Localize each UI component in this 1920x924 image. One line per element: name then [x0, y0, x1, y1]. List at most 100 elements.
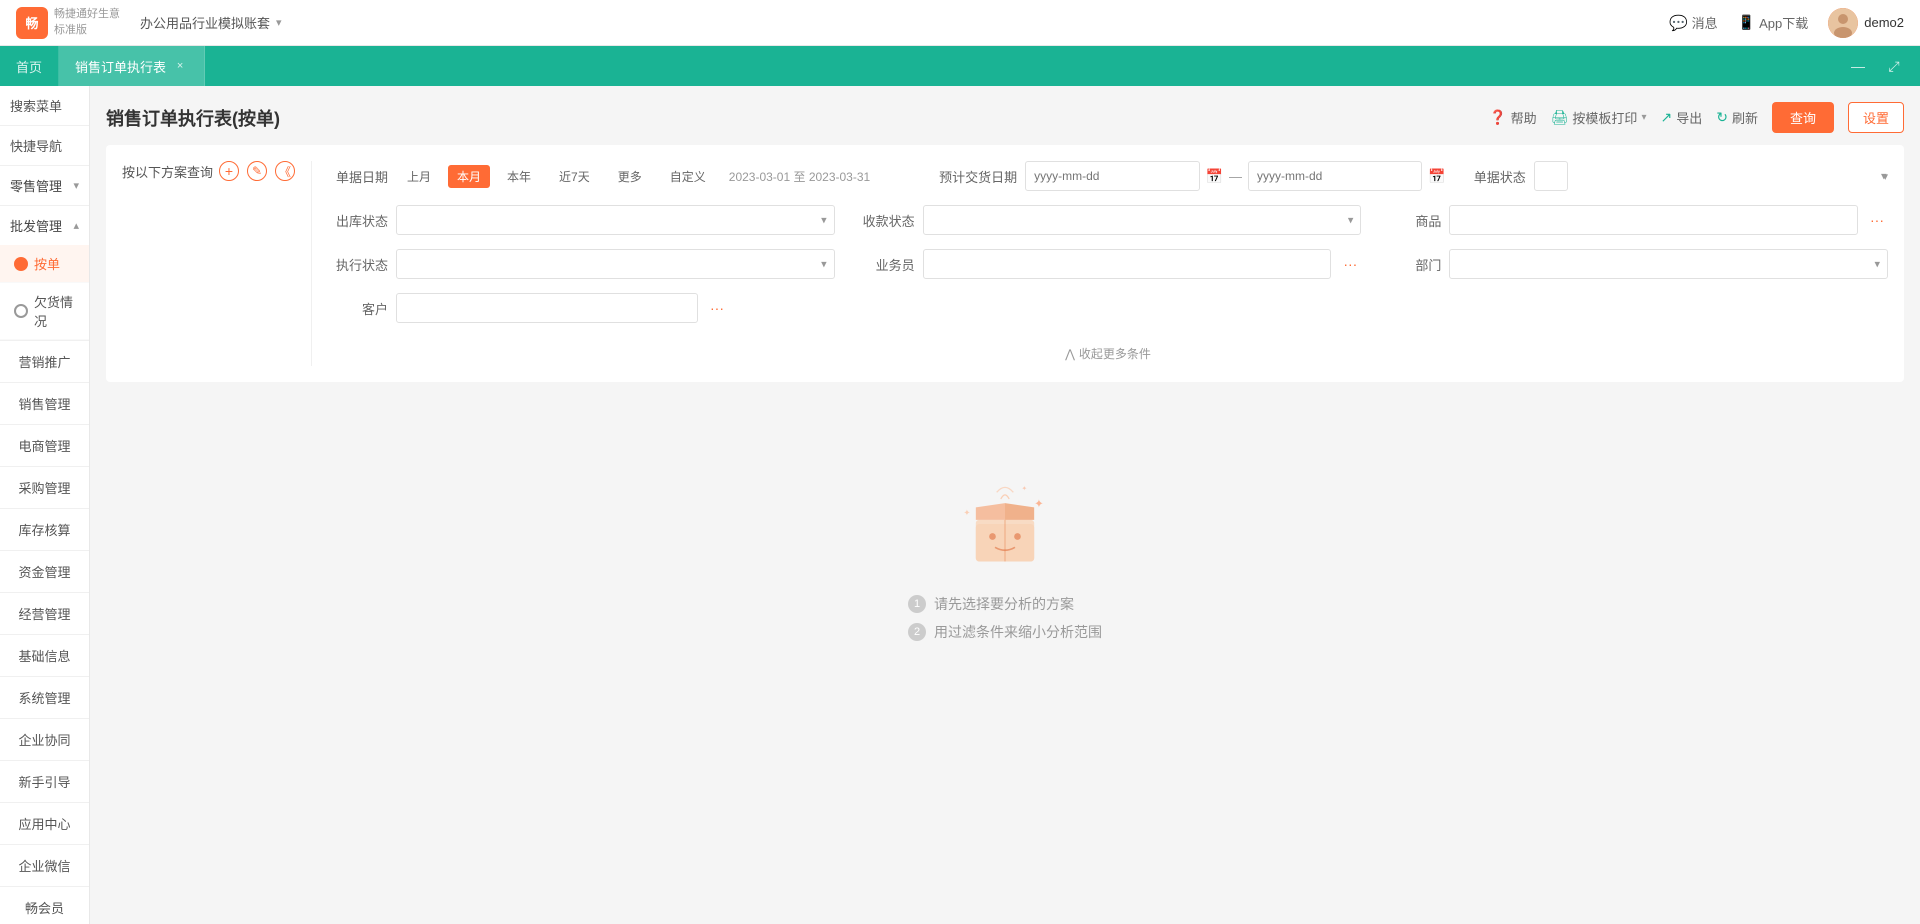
sidebar-wholesale-label: 批发管理	[10, 216, 62, 235]
empty-step-1: 1 请先选择要分析的方案	[908, 594, 1102, 614]
product-more-icon[interactable]: ···	[1866, 212, 1888, 228]
sidebar-sub-order[interactable]: 按单	[0, 245, 89, 283]
tab-minimize-btn[interactable]: —	[1844, 52, 1872, 80]
payment-select-wrapper	[923, 205, 1362, 235]
sidebar-quick-nav[interactable]: 快捷导航	[0, 126, 89, 166]
active-dot-icon	[14, 257, 28, 271]
customer-input[interactable]	[396, 293, 698, 323]
sidebar-item-finance[interactable]: 资金管理	[0, 551, 89, 593]
tab-7days[interactable]: 近7天	[548, 164, 601, 189]
sidebar-search-menu[interactable]: 搜索菜单	[0, 86, 89, 126]
export-label: 导出	[1676, 108, 1702, 127]
sidebar-item-member[interactable]: 畅会员	[0, 887, 89, 924]
salesperson-input[interactable]	[923, 249, 1332, 279]
date-separator: —	[1229, 169, 1242, 184]
exec-status-label: 执行状态	[328, 255, 388, 274]
svg-text:✦: ✦	[1034, 497, 1044, 510]
sidebar-item-marketing[interactable]: 营销推广	[0, 341, 89, 383]
expected-date-from-input[interactable]	[1025, 161, 1199, 191]
filter-row-3: 执行状态 业务员 ··· 部门	[328, 249, 1888, 279]
tab-home-label: 首页	[16, 57, 42, 76]
sidebar-item-retail[interactable]: 零售管理 ▾	[0, 166, 89, 205]
outbound-label: 出库状态	[328, 211, 388, 230]
exec-status-select[interactable]	[396, 249, 835, 279]
refresh-label: 刷新	[1732, 108, 1758, 127]
tab-maximize-btn[interactable]: ⤢	[1880, 52, 1908, 80]
scheme-panel-title: 按以下方案查询 + ✎ 《	[122, 161, 295, 181]
product-label: 商品	[1381, 211, 1441, 230]
message-action[interactable]: 💬 消息	[1669, 13, 1718, 32]
svg-text:✦: ✦	[1022, 485, 1028, 493]
user-area[interactable]: demo2	[1828, 8, 1904, 38]
sidebar-sub-debt[interactable]: 欠货情况	[0, 283, 89, 340]
topbar-right: 💬 消息 📱 App下载 demo2	[1669, 8, 1904, 38]
tab-close-icon[interactable]: ×	[172, 58, 188, 74]
help-icon: ❓	[1489, 109, 1506, 126]
refresh-icon: ↻	[1716, 109, 1728, 126]
page-header: 销售订单执行表(按单) ❓ 帮助 🖨 按模板打印 ▾ ↗ 导出 ↻ 刷新	[106, 102, 1904, 133]
date-calendar-icon[interactable]: 📅	[1206, 168, 1223, 185]
refresh-btn[interactable]: ↻ 刷新	[1716, 108, 1758, 127]
filter-row-1: 单据日期 上月 本月 本年 近7天 更多 自定义 2023-03-01 至 20…	[328, 161, 1888, 191]
expected-date-filter: 预计交货日期 📅 — 📅	[939, 161, 1446, 191]
salesperson-more-icon[interactable]: ···	[1339, 256, 1361, 272]
collapse-scheme-btn[interactable]: 《	[275, 161, 295, 181]
dept-select-wrapper	[1449, 249, 1888, 279]
template-print-btn[interactable]: 🖨 按模板打印 ▾	[1551, 108, 1647, 127]
export-btn[interactable]: ↗ 导出	[1660, 108, 1702, 127]
search-btn[interactable]: 查询	[1772, 102, 1834, 133]
dept-select[interactable]	[1449, 249, 1888, 279]
outbound-select-wrapper	[396, 205, 835, 235]
sidebar-item-corp[interactable]: 企业协同	[0, 719, 89, 761]
sidebar-item-basic[interactable]: 基础信息	[0, 635, 89, 677]
sidebar-item-sales[interactable]: 销售管理	[0, 383, 89, 425]
exec-status-filter: 执行状态	[328, 249, 835, 279]
breadcrumb-area[interactable]: 办公用品行业模拟账套 ▾	[140, 13, 282, 32]
salesperson-label: 业务员	[855, 255, 915, 274]
sidebar-item-ecommerce[interactable]: 电商管理	[0, 425, 89, 467]
avatar	[1828, 8, 1858, 38]
tab-sales-order[interactable]: 销售订单执行表 ×	[59, 46, 205, 86]
sidebar-order-label: 按单	[34, 254, 60, 273]
add-scheme-btn[interactable]: +	[219, 161, 239, 181]
payment-label: 收款状态	[855, 211, 915, 230]
product-input[interactable]	[1449, 205, 1858, 235]
sidebar-item-operation[interactable]: 经营管理	[0, 593, 89, 635]
doc-status-select-wrapper	[1534, 161, 1895, 191]
tab-last-month[interactable]: 上月	[396, 164, 442, 189]
payment-select[interactable]	[923, 205, 1362, 235]
app-download-action[interactable]: 📱 App下载	[1738, 13, 1809, 32]
empty-step-2: 2 用过滤条件来缩小分析范围	[908, 622, 1102, 642]
sidebar-item-system[interactable]: 系统管理	[0, 677, 89, 719]
sidebar-item-newbie[interactable]: 新手引导	[0, 761, 89, 803]
settings-btn[interactable]: 设置	[1848, 102, 1904, 133]
collapse-btn[interactable]: ⋀ 收起更多条件	[328, 337, 1888, 366]
scheme-actions: + ✎ 《	[219, 161, 295, 181]
tab-this-year[interactable]: 本年	[496, 164, 542, 189]
sidebar-item-wholesale[interactable]: 批发管理 ▴	[0, 206, 89, 245]
date-calendar2-icon[interactable]: 📅	[1428, 168, 1445, 185]
product-filter: 商品 ···	[1381, 205, 1888, 235]
doc-status-filter: 单据状态 ▾	[1466, 161, 1888, 191]
tab-this-month[interactable]: 本月	[448, 165, 490, 188]
message-icon: 💬	[1669, 14, 1688, 32]
filter-row-4: 客户 ···	[328, 293, 728, 323]
sidebar-item-inventory[interactable]: 库存核算	[0, 509, 89, 551]
chevron-up-icon: ▴	[73, 219, 79, 232]
topbar: 畅 畅捷通好生意 标准版 办公用品行业模拟账套 ▾ 💬 消息 📱 App下载	[0, 0, 1920, 46]
customer-more-icon[interactable]: ···	[706, 300, 728, 316]
tab-more[interactable]: 更多	[607, 164, 653, 189]
expected-date-to-input[interactable]	[1248, 161, 1422, 191]
doc-status-select[interactable]	[1534, 161, 1568, 191]
sidebar-section-wholesale: 批发管理 ▴ 按单 欠货情况	[0, 206, 89, 341]
outbound-select[interactable]	[396, 205, 835, 235]
edit-scheme-btn[interactable]: ✎	[247, 161, 267, 181]
expected-date-label: 预计交货日期	[939, 167, 1017, 186]
sidebar-item-corpwechat[interactable]: 企业微信	[0, 845, 89, 887]
help-btn[interactable]: ❓ 帮助	[1489, 108, 1536, 127]
sidebar-item-appstore[interactable]: 应用中心	[0, 803, 89, 845]
tab-home[interactable]: 首页	[0, 46, 59, 86]
sidebar-debt-label: 欠货情况	[34, 292, 79, 330]
sidebar-item-purchase[interactable]: 采购管理	[0, 467, 89, 509]
tab-custom[interactable]: 自定义	[659, 164, 717, 189]
